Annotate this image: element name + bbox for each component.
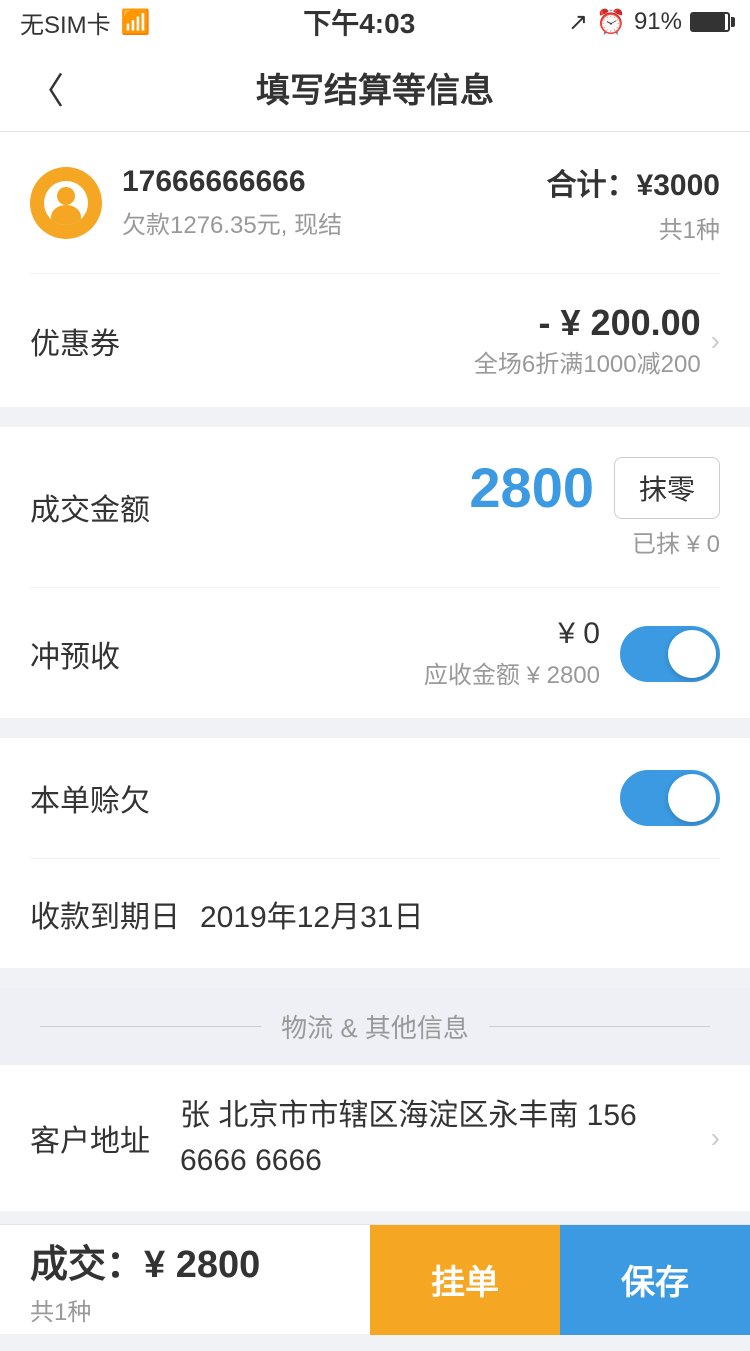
coupon-label: 优惠券 [30,319,120,363]
coupon-desc: 全场6折满1000减200 [474,344,701,379]
coupon-right: - ¥ 200.00 全场6折满1000减200 › [474,302,720,379]
prepay-amount-block: ¥ 0 应收金额 ¥ 2800 [424,617,600,690]
status-time: 下午4:03 [303,2,415,42]
hang-button[interactable]: 挂单 [370,1225,560,1335]
bottom-deal-label: 成交： [30,1244,144,1286]
status-left: 无SIM卡 📶 [20,5,151,40]
bottom-summary: 成交：¥ 2800 共1种 [0,1233,370,1327]
bottom-deal-text: 成交：¥ 2800 [30,1233,340,1288]
customer-sub: 欠款1276.35元, 现结 [122,205,547,240]
address-chevron-icon: › [711,1122,720,1154]
divider-line-right [489,1026,710,1027]
address-row[interactable]: 客户地址 张 北京市市辖区海淀区永丰南 156 6666 6666 › [0,1065,750,1211]
arrears-card: 本单赊欠 收款到期日 2019年12月31日 [0,738,750,968]
arrears-toggle[interactable] [620,770,720,826]
content: 17666666666 欠款1276.35元, 现结 合计：¥3000 共1种 … [0,132,750,1351]
total-sub: 共1种 [547,210,720,245]
address-label: 客户地址 [30,1116,150,1160]
customer-card: 17666666666 欠款1276.35元, 现结 合计：¥3000 共1种 … [0,132,750,407]
prepay-toggle[interactable] [620,626,720,682]
arrears-label: 本单赊欠 [30,776,150,820]
deal-amount-value: 2800 [469,455,594,520]
page-title: 填写结算等信息 [256,63,494,112]
alarm-icon: ⏰ [596,8,626,37]
duedate-label: 收款到期日 [30,892,180,936]
save-button[interactable]: 保存 [560,1225,750,1335]
customer-row: 17666666666 欠款1276.35元, 现结 合计：¥3000 共1种 [0,132,750,273]
arrears-row: 本单赊欠 [0,738,750,858]
wifi-icon: 📶 [121,8,151,37]
status-bar: 无SIM卡 📶 下午4:03 ↗ ⏰ 91% [0,0,750,44]
deal-amount-label: 成交金额 [30,485,150,529]
deal-sub: 已抹 ¥ 0 [469,524,720,559]
battery-percent: 91% [634,8,682,36]
duedate-row: 收款到期日 2019年12月31日 [0,860,750,968]
location-icon: ↗ [568,8,588,37]
back-button[interactable]: 〈 [28,62,64,114]
divider-line-left [40,1026,261,1027]
section-divider-text: 物流 & 其他信息 [261,1008,489,1045]
customer-info: 17666666666 欠款1276.35元, 现结 [122,165,547,240]
prepay-row: 冲预收 ¥ 0 应收金额 ¥ 2800 [0,589,750,718]
bottom-bar: 成交：¥ 2800 共1种 挂单 保存 [0,1224,750,1334]
carrier-text: 无SIM卡 [20,5,111,40]
prepay-label: 冲预收 [30,632,120,676]
prepay-amount: ¥ 0 [424,617,600,651]
customer-total: 合计：¥3000 共1种 [547,160,720,245]
battery-icon [690,12,730,32]
bottom-count: 共1种 [30,1292,340,1327]
bottom-deal-amount: ¥ 2800 [144,1244,260,1286]
coupon-amount: - ¥ 200.00 [474,302,701,344]
toggle-knob [668,630,716,678]
logistics-section-divider: 物流 & 其他信息 [0,988,750,1065]
coupon-chevron-icon: › [711,325,720,357]
prepay-right: ¥ 0 应收金额 ¥ 2800 [424,617,720,690]
nav-bar: 〈 填写结算等信息 [0,44,750,132]
coupon-row[interactable]: 优惠券 - ¥ 200.00 全场6折满1000减200 › [0,274,750,407]
deal-amount-row: 成交金额 2800 抹零 已抹 ¥ 0 [0,427,750,587]
avatar-icon [44,181,88,225]
customer-phone: 17666666666 [122,165,547,199]
avatar [30,167,102,239]
address-value: 张 北京市市辖区海淀区永丰南 156 6666 6666 [180,1093,711,1183]
arrears-toggle-knob [668,774,716,822]
round-button[interactable]: 抹零 [614,457,720,519]
total-amount: 合计：¥3000 [547,160,720,204]
prepay-sub: 应收金额 ¥ 2800 [424,655,600,690]
deal-amount-card: 成交金额 2800 抹零 已抹 ¥ 0 冲预收 ¥ 0 应收金额 ¥ 2800 [0,427,750,718]
deal-right: 2800 抹零 [469,455,720,520]
status-right: ↗ ⏰ 91% [568,8,730,37]
duedate-value: 2019年12月31日 [200,892,423,936]
address-card: 客户地址 张 北京市市辖区海淀区永丰南 156 6666 6666 › [0,1065,750,1211]
